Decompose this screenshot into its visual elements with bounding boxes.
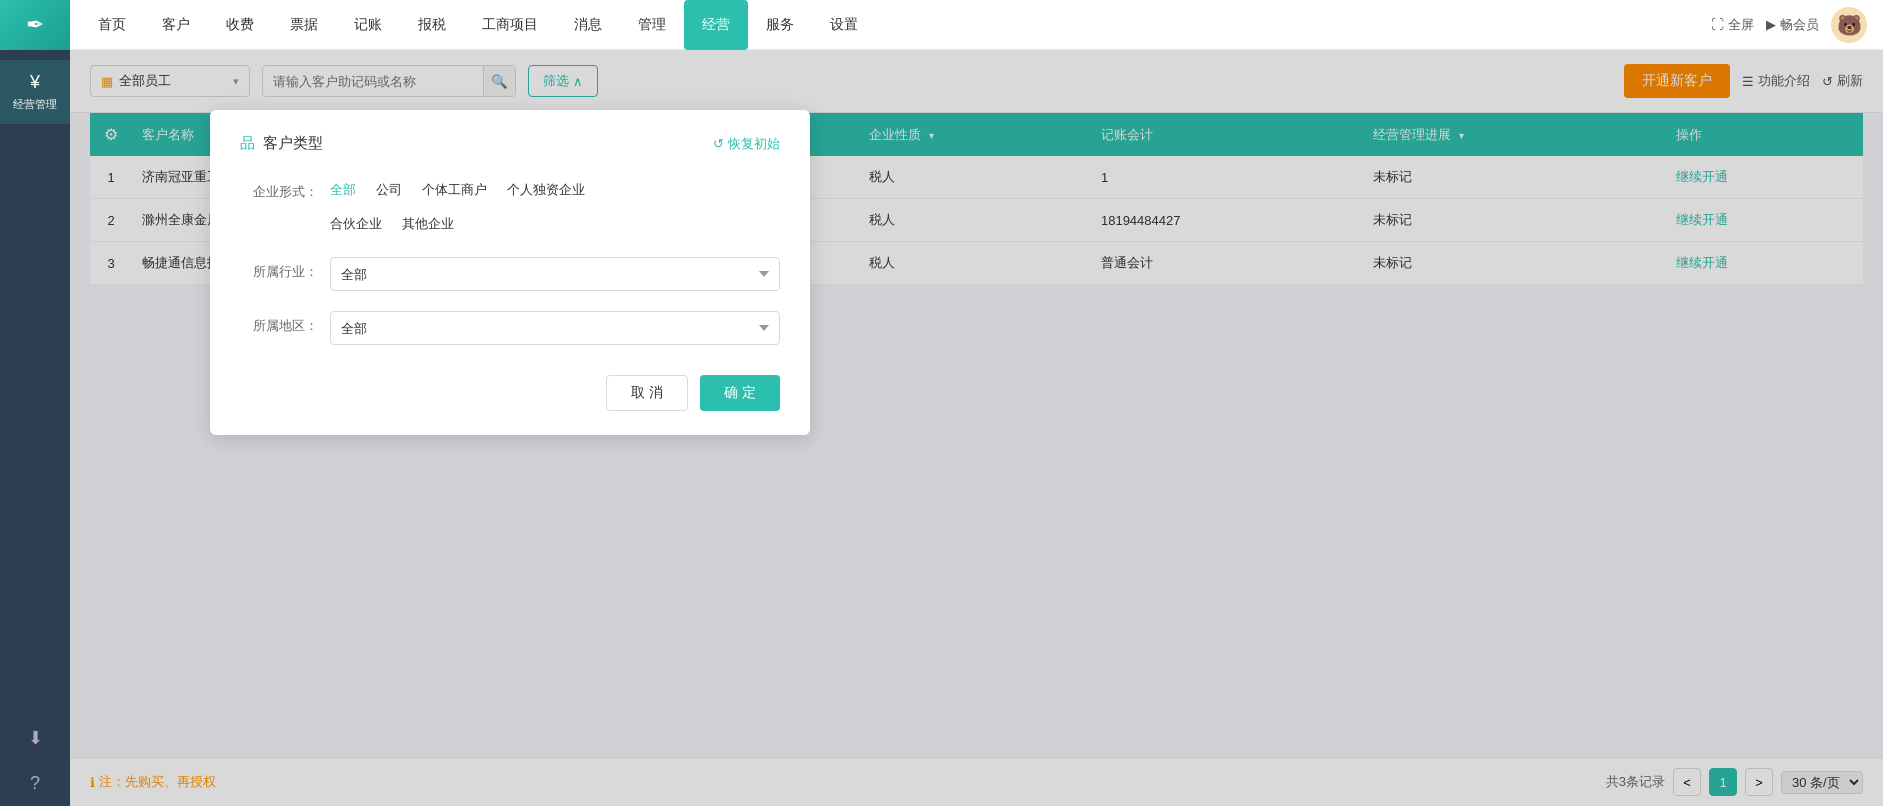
top-navigation: ✒ 首页 客户 收费 票据 记账 报税 工商项目 消息 管理 经营 服务 设置 … <box>0 0 1883 50</box>
fullscreen-icon: ⛶ <box>1711 17 1724 32</box>
nav-home[interactable]: 首页 <box>80 0 144 50</box>
option-sole[interactable]: 个人独资企业 <box>507 177 585 203</box>
cancel-button[interactable]: 取 消 <box>606 375 688 411</box>
region-label: 所属地区： <box>240 311 330 335</box>
sidebar-operation-label: 经营管理 <box>13 97 57 112</box>
option-individual[interactable]: 个体工商户 <box>422 177 487 203</box>
logo[interactable]: ✒ <box>0 0 70 50</box>
nav-message[interactable]: 消息 <box>556 0 620 50</box>
industry-label: 所属行业： <box>240 257 330 281</box>
reset-icon: ↺ <box>713 136 724 151</box>
modal-footer: 取 消 确 定 <box>240 375 780 411</box>
vip-btn[interactable]: ▶ 畅会员 <box>1766 16 1819 34</box>
nav-menu: 首页 客户 收费 票据 记账 报税 工商项目 消息 管理 经营 服务 设置 <box>70 0 1711 50</box>
sidebar-download[interactable]: ⬇ <box>0 715 70 761</box>
industry-row: 所属行业： 全部 <box>240 257 780 291</box>
main-content: ▦ 全部员工 ▾ 🔍 筛选 ∧ 开通新客户 ☰ 功能介绍 ↺ <box>70 50 1883 806</box>
type-options-group: 全部 公司 个体工商户 个人独资企业 <box>330 177 780 203</box>
avatar[interactable]: 🐻 <box>1831 7 1867 43</box>
reset-label: 恢复初始 <box>728 135 780 153</box>
nav-business[interactable]: 工商项目 <box>464 0 556 50</box>
modal-title: 品 客户类型 <box>240 134 323 153</box>
nav-service[interactable]: 服务 <box>748 0 812 50</box>
option-other[interactable]: 其他企业 <box>402 211 454 237</box>
nav-bookkeeping[interactable]: 记账 <box>336 0 400 50</box>
modal-title-text: 客户类型 <box>263 134 323 153</box>
enterprise-form-options: 全部 公司 个体工商户 个人独资企业 合伙企业 其他企业 <box>330 177 780 237</box>
nav-manage[interactable]: 管理 <box>620 0 684 50</box>
industry-select-wrapper: 全部 <box>330 257 780 291</box>
option-partnership[interactable]: 合伙企业 <box>330 211 382 237</box>
nav-right-area: ⛶ 全屏 ▶ 畅会员 🐻 <box>1711 7 1883 43</box>
region-select[interactable]: 全部 <box>330 311 780 345</box>
logo-icon: ✒ <box>26 12 44 38</box>
sidebar-help[interactable]: ? <box>0 761 70 806</box>
filter-modal: 品 客户类型 ↺ 恢复初始 企业形式： 全部 公司 个 <box>210 110 810 435</box>
region-row: 所属地区： 全部 <box>240 311 780 345</box>
nav-ticket[interactable]: 票据 <box>272 0 336 50</box>
vip-label: 畅会员 <box>1780 16 1819 34</box>
sidebar: ¥ 经营管理 ⬇ ? <box>0 50 70 806</box>
sidebar-operation-icon: ¥ <box>30 72 40 93</box>
nav-operation[interactable]: 经营 <box>684 0 748 50</box>
nav-tax[interactable]: 报税 <box>400 0 464 50</box>
confirm-button[interactable]: 确 定 <box>700 375 780 411</box>
industry-select[interactable]: 全部 <box>330 257 780 291</box>
vip-icon: ▶ <box>1766 17 1776 32</box>
option-all[interactable]: 全部 <box>330 177 356 203</box>
type-options-group-2: 合伙企业 其他企业 <box>330 211 780 237</box>
fullscreen-label: 全屏 <box>1728 16 1754 34</box>
nav-settings[interactable]: 设置 <box>812 0 876 50</box>
modal-header: 品 客户类型 ↺ 恢复初始 <box>240 134 780 153</box>
sidebar-item-operation[interactable]: ¥ 经营管理 <box>0 60 70 124</box>
option-company[interactable]: 公司 <box>376 177 402 203</box>
enterprise-form-row: 企业形式： 全部 公司 个体工商户 个人独资企业 合伙企业 其他企业 <box>240 177 780 237</box>
modal-overlay: 品 客户类型 ↺ 恢复初始 企业形式： 全部 公司 个 <box>70 50 1883 806</box>
nav-fee[interactable]: 收费 <box>208 0 272 50</box>
fullscreen-btn[interactable]: ⛶ 全屏 <box>1711 16 1754 34</box>
nav-customer[interactable]: 客户 <box>144 0 208 50</box>
modal-title-icon: 品 <box>240 134 255 153</box>
download-icon: ⬇ <box>28 727 43 749</box>
main-layout: ¥ 经营管理 ⬇ ? ▦ 全部员工 ▾ 🔍 筛选 <box>0 50 1883 806</box>
help-icon: ? <box>30 773 40 794</box>
enterprise-form-label: 企业形式： <box>240 177 330 201</box>
region-select-wrapper: 全部 <box>330 311 780 345</box>
modal-reset-button[interactable]: ↺ 恢复初始 <box>713 135 780 153</box>
